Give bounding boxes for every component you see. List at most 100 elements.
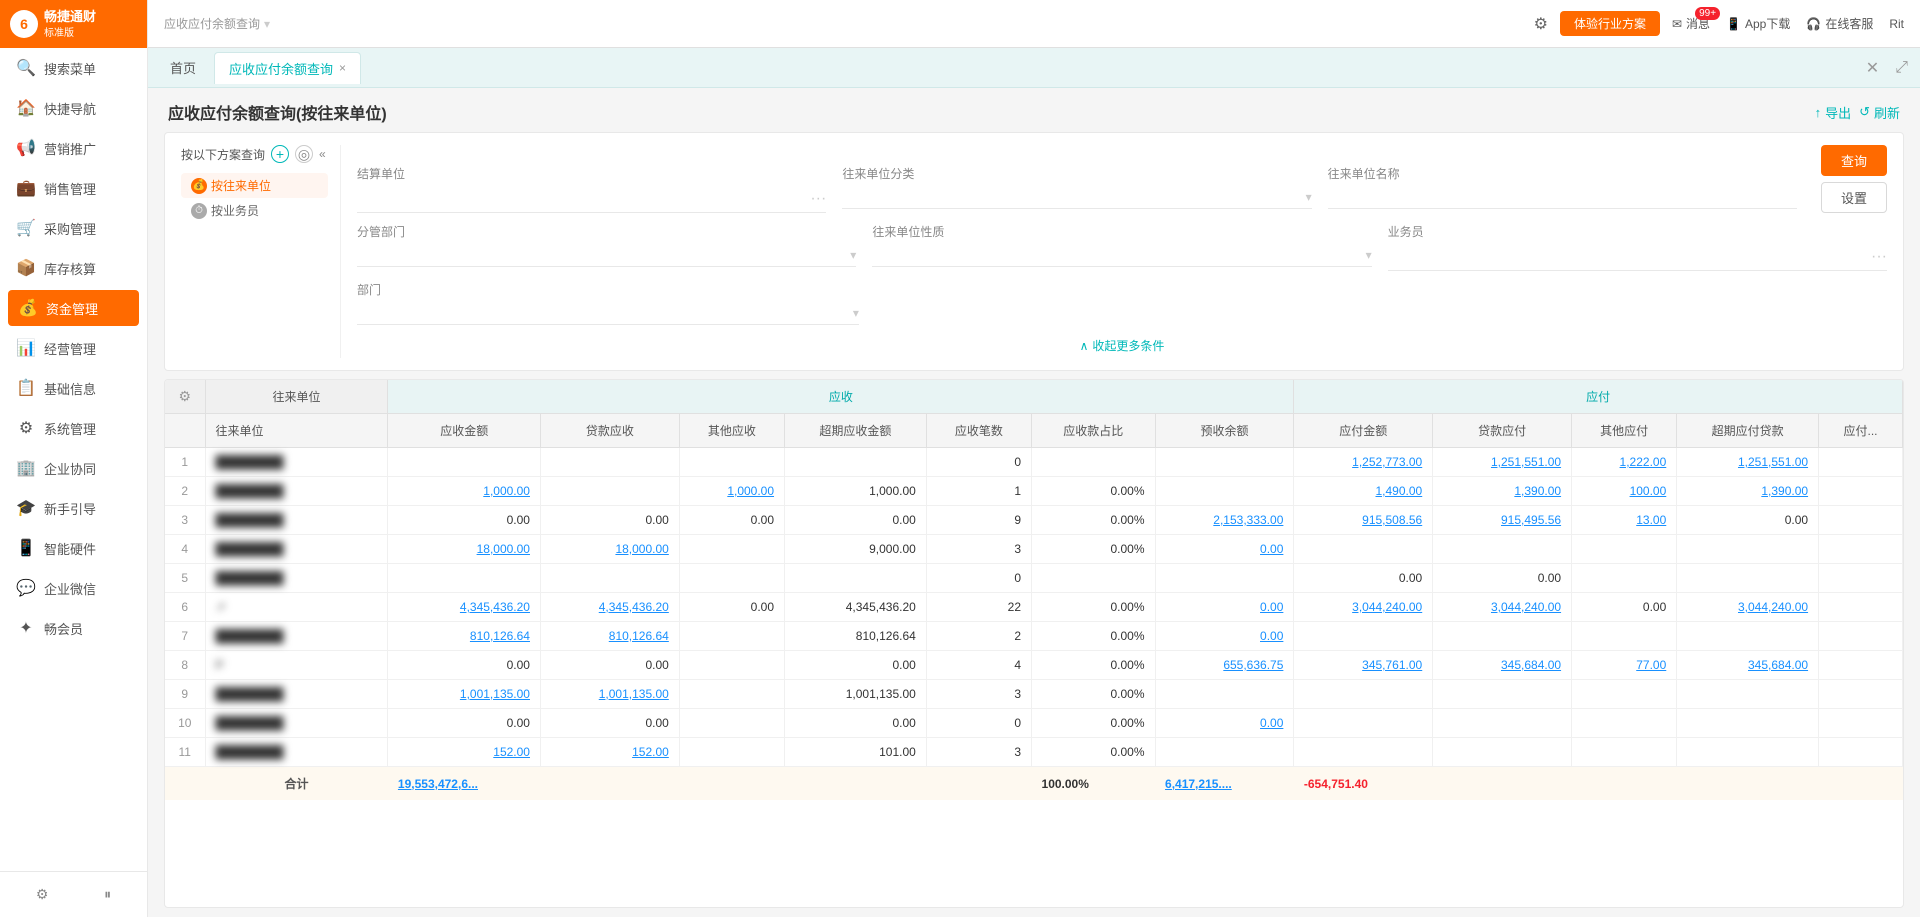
unit-nature-chevron-icon[interactable]: ▾ [1366,248,1372,262]
table-settings-icon[interactable]: ⚙ [178,388,191,404]
table-wrapper[interactable]: ⚙ 往来单位 应收 应付 往来单位 应收金额 贷款应收 其他应收 超期应收金额 … [165,380,1903,907]
row-cell[interactable]: 1,390.00 [1677,477,1819,506]
row-cell[interactable]: 0.00 [1155,535,1294,564]
sidebar-item-newbie[interactable]: 🎓 新手引导 [0,488,147,528]
filter-set-button[interactable]: ◎ [295,145,313,163]
row-cell[interactable]: 1,000.00 [679,477,784,506]
salesperson-field[interactable]: ··· [1388,244,1887,271]
row-cell[interactable]: 0.00 [1155,709,1294,738]
row-cell[interactable]: 0.00 [1155,593,1294,622]
filter-collapse-icon[interactable]: « [319,147,326,161]
row-cell[interactable]: 1,001,135.00 [388,680,541,709]
row-cell[interactable]: 18,000.00 [388,535,541,564]
unit-nature-input[interactable] [872,248,1365,262]
bottom-settings-btn[interactable]: ⚙ [28,880,57,909]
row-cell[interactable]: 345,761.00 [1294,651,1433,680]
row-cell[interactable]: 13.00 [1572,506,1677,535]
row-cell[interactable]: 1,001,135.00 [540,680,679,709]
sidebar-item-system[interactable]: ⚙ 系统管理 [0,408,147,448]
unit-name-input[interactable] [1328,190,1797,204]
row-cell[interactable]: 915,495.56 [1433,506,1572,535]
sidebar-item-wechat[interactable]: 💬 企业微信 [0,568,147,608]
row-cell[interactable]: 810,126.64 [388,622,541,651]
bottom-collapse-btn[interactable]: ⏸ [96,880,119,909]
row-cell[interactable]: 1,390.00 [1433,477,1572,506]
dept-manage-chevron-icon[interactable]: ▾ [850,248,856,262]
export-button[interactable]: ↑ 导出 [1815,103,1852,122]
dept-field[interactable]: ▾ [357,302,859,325]
promo-button[interactable]: 体验行业方案 [1560,11,1660,36]
sidebar-item-purchase[interactable]: 🛒 采购管理 [0,208,147,248]
row-cell[interactable]: 152.00 [540,738,679,767]
row-cell[interactable]: 3,044,240.00 [1433,593,1572,622]
row-cell[interactable]: 100.00 [1572,477,1677,506]
dept-manage-input[interactable] [357,248,850,262]
tab-close-window-icon[interactable]: ✕ [1862,54,1883,82]
sidebar-item-smart[interactable]: 📱 智能硬件 [0,528,147,568]
sidebar-item-capital[interactable]: 💰 资金管理 [8,290,139,326]
row-cell[interactable]: 2,153,333.00 [1155,506,1294,535]
row-cell[interactable]: 3,044,240.00 [1294,593,1433,622]
row-cell[interactable]: 1,000.00 [388,477,541,506]
settle-unit-dots-icon[interactable]: ··· [810,190,826,208]
sidebar-item-sales[interactable]: 💼 销售管理 [0,168,147,208]
sidebar-item-member[interactable]: ✦ 畅会员 [0,608,147,648]
sidebar-item-marketing[interactable]: 📢 营销推广 [0,128,147,168]
tabbar: 首页 应收应付余额查询 × ✕ ⤢ [148,48,1920,88]
sidebar-item-enterprise[interactable]: 🏢 企业协同 [0,448,147,488]
refresh-button[interactable]: ↺ 刷新 [1859,103,1900,122]
row-cell[interactable]: 4,345,436.20 [540,593,679,622]
sidebar-item-inventory[interactable]: 📦 库存核算 [0,248,147,288]
settings-gear-icon[interactable]: ⚙ [1534,14,1548,34]
row-cell[interactable]: 77.00 [1572,651,1677,680]
operation-icon: 📊 [16,338,36,358]
query-button[interactable]: 查询 [1821,145,1887,176]
collapse-row[interactable]: ∧ 收起更多条件 [357,333,1887,358]
tab-arquery[interactable]: 应收应付余额查询 × [214,52,361,84]
row-cell[interactable]: 1,252,773.00 [1294,448,1433,477]
salesperson-input[interactable] [1388,250,1871,264]
row-cell[interactable]: 4,345,436.20 [388,593,541,622]
row-cell[interactable]: 345,684.00 [1433,651,1572,680]
app-download-btn[interactable]: 📱 App下载 [1726,15,1790,32]
row-cell[interactable]: 1,251,551.00 [1433,448,1572,477]
unit-nature-field[interactable]: ▾ [872,244,1371,267]
dept-input[interactable] [357,306,853,320]
row-cell[interactable]: 0.00 [1155,622,1294,651]
row-cell[interactable]: 18,000.00 [540,535,679,564]
user-menu[interactable]: Rit [1889,17,1904,31]
filter-add-button[interactable]: + [271,145,289,163]
dept-manage-field[interactable]: ▾ [357,244,856,267]
tab-close-icon[interactable]: × [339,61,346,75]
sidebar-item-search[interactable]: 🔍 搜索菜单 [0,48,147,88]
tab-home[interactable]: 首页 [156,52,210,84]
sidebar-item-label: 营销推广 [44,139,96,158]
unit-name-field[interactable] [1328,186,1797,209]
dept-chevron-icon[interactable]: ▾ [853,306,859,320]
filter-scheme-by-staff[interactable]: ⏱ 按业务员 [181,198,328,223]
row-cell[interactable]: 345,684.00 [1677,651,1819,680]
row-cell[interactable]: 1,251,551.00 [1677,448,1819,477]
unit-category-chevron-icon[interactable]: ▾ [1306,190,1312,204]
filter-scheme-by-unit[interactable]: 💰 按往来单位 [181,173,328,198]
sidebar-item-operation[interactable]: 📊 经营管理 [0,328,147,368]
salesperson-dots-icon[interactable]: ··· [1871,248,1887,266]
row-cell[interactable]: 152.00 [388,738,541,767]
row-cell[interactable]: 3,044,240.00 [1677,593,1819,622]
row-cell[interactable]: 810,126.64 [540,622,679,651]
message-btn[interactable]: ✉ 消息 99+ [1672,15,1710,32]
settle-unit-input[interactable] [357,192,810,206]
sidebar-item-label: 畅会员 [44,619,83,638]
row-cell[interactable]: 1,222.00 [1572,448,1677,477]
online-service-btn[interactable]: 🎧 在线客服 [1806,15,1873,32]
row-cell[interactable]: 915,508.56 [1294,506,1433,535]
setting-button[interactable]: 设置 [1821,182,1887,213]
settle-unit-field[interactable]: ··· [357,186,826,213]
unit-category-input[interactable] [842,190,1305,204]
row-cell[interactable]: 1,490.00 [1294,477,1433,506]
row-cell[interactable]: 655,636.75 [1155,651,1294,680]
unit-category-field[interactable]: ▾ [842,186,1311,209]
tab-maximize-icon[interactable]: ⤢ [1891,55,1912,81]
sidebar-item-quick-nav[interactable]: 🏠 快捷导航 [0,88,147,128]
sidebar-item-basic[interactable]: 📋 基础信息 [0,368,147,408]
